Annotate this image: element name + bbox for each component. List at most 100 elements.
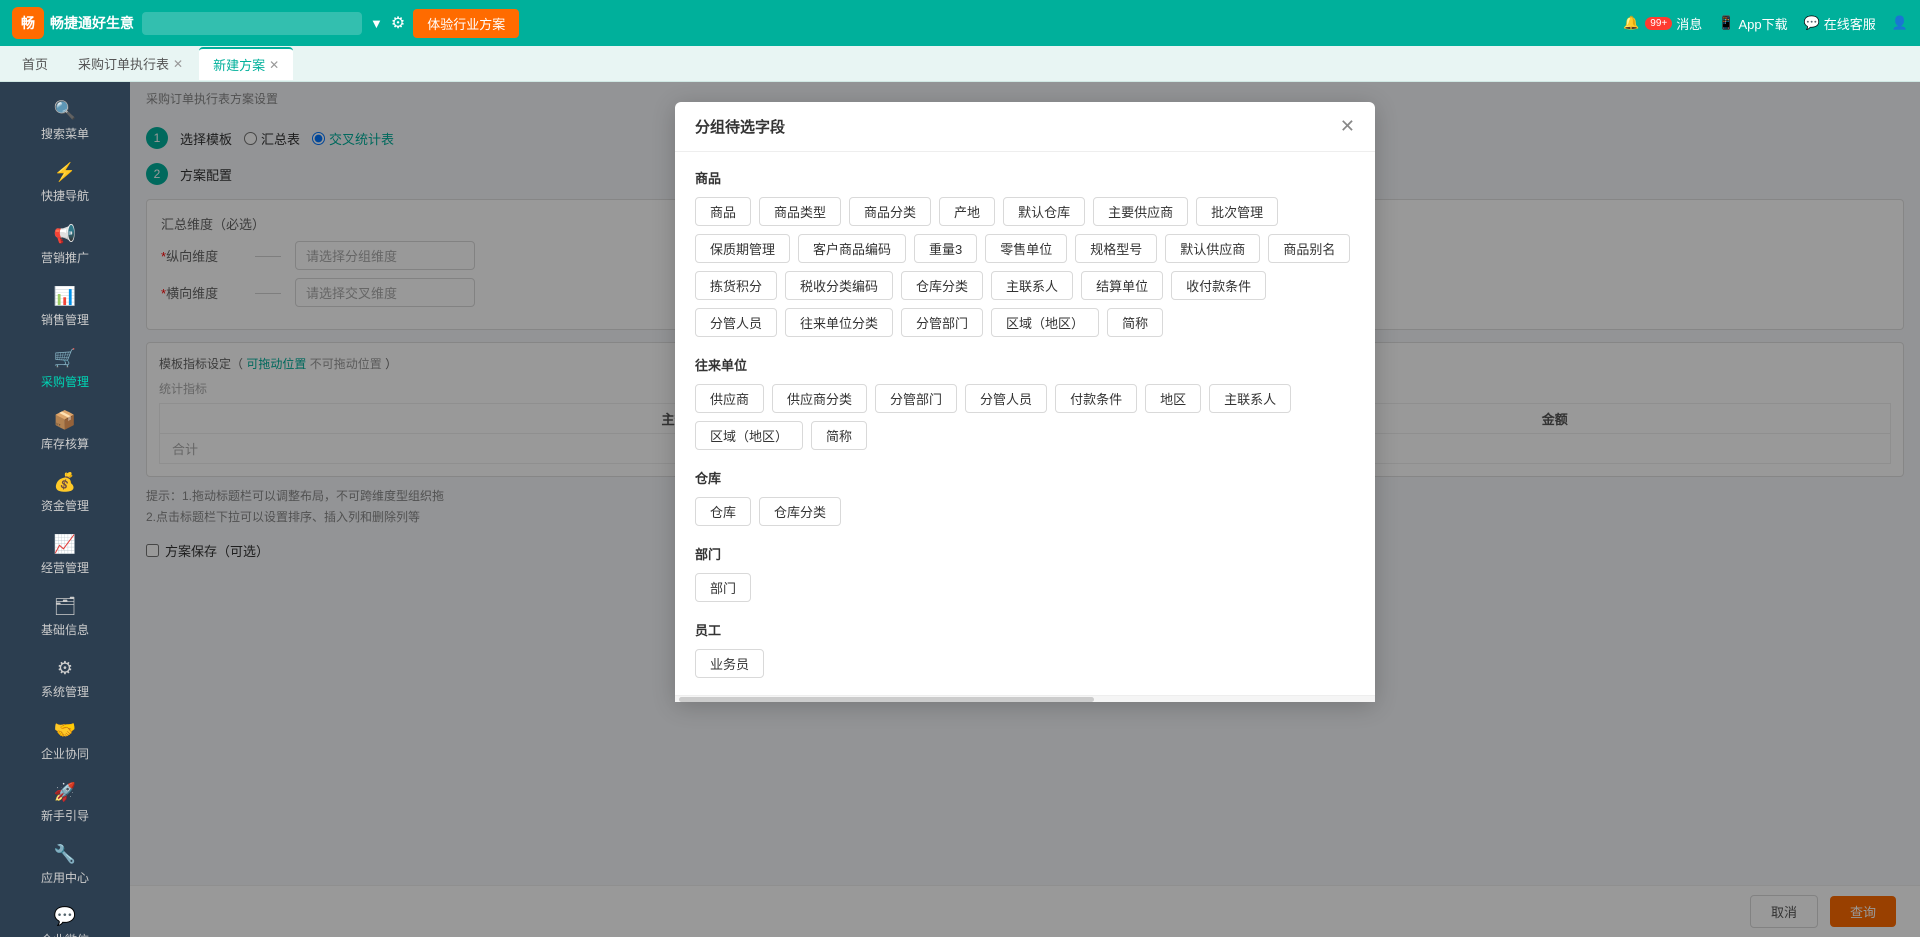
field-tag[interactable]: 分管人员 <box>965 384 1047 413</box>
tab-purchase-order[interactable]: 采购订单执行表 ✕ <box>64 48 197 79</box>
section-employee: 员工 业务员 <box>695 620 1355 678</box>
field-tag[interactable]: 仓库分类 <box>759 497 841 526</box>
tab-close-new-plan[interactable]: ✕ <box>269 58 279 72</box>
field-tag[interactable]: 主联系人 <box>1209 384 1291 413</box>
tab-home[interactable]: 首页 <box>8 48 62 79</box>
guide-icon: 🚀 <box>54 782 76 803</box>
enterprise-icon: 🤝 <box>54 720 76 741</box>
sidebar-item-sales[interactable]: 📊 销售管理 <box>0 276 130 338</box>
app-logo: 畅 <box>12 7 44 39</box>
field-tag[interactable]: 商品类型 <box>759 197 841 226</box>
field-tag[interactable]: 地区 <box>1145 384 1201 413</box>
quick-nav-icon: ⚡ <box>54 162 76 183</box>
sidebar-item-enterprise[interactable]: 🤝 企业协同 <box>0 710 130 772</box>
finance-icon: 💰 <box>54 472 76 493</box>
app-name: 畅捷通好生意 <box>50 13 134 33</box>
field-tag[interactable]: 部门 <box>695 573 751 602</box>
section-title-department: 部门 <box>695 544 1355 563</box>
sidebar-item-system[interactable]: ⚙ 系统管理 <box>0 648 130 710</box>
content-area: 采购订单执行表方案设置 1 选择模板 汇总表 交叉统计表 <box>130 82 1920 937</box>
field-tag[interactable]: 仓库 <box>695 497 751 526</box>
field-tag[interactable]: 零售单位 <box>985 234 1067 263</box>
field-tag[interactable]: 分管部门 <box>901 308 983 337</box>
field-tag[interactable]: 产地 <box>939 197 995 226</box>
field-tag[interactable]: 业务员 <box>695 649 764 678</box>
marketing-icon: 📢 <box>54 224 76 245</box>
operations-icon: 📈 <box>54 534 76 555</box>
field-tag[interactable]: 主联系人 <box>991 271 1073 300</box>
field-tag[interactable]: 商品分类 <box>849 197 931 226</box>
top-bar: 畅 畅捷通好生意 ▼ ⚙ 体验行业方案 🔔 99+ 消息 📱 App下载 💬 在… <box>0 0 1920 46</box>
sidebar-item-finance[interactable]: 💰 资金管理 <box>0 462 130 524</box>
field-tag[interactable]: 付款条件 <box>1055 384 1137 413</box>
field-tag[interactable]: 默认仓库 <box>1003 197 1085 226</box>
field-tag[interactable]: 供应商 <box>695 384 764 413</box>
user-avatar[interactable]: 👤 <box>1892 15 1908 31</box>
sidebar-item-operations[interactable]: 📈 经营管理 <box>0 524 130 586</box>
sidebar-item-marketing[interactable]: 📢 营销推广 <box>0 214 130 276</box>
modal-horizontal-scrollbar[interactable] <box>675 695 1375 702</box>
field-tag[interactable]: 供应商分类 <box>772 384 867 413</box>
experience-button[interactable]: 体验行业方案 <box>413 9 519 38</box>
field-tags-employee: 业务员 <box>695 649 1355 678</box>
modal-body: 商品 商品 商品类型 商品分类 产地 默认仓库 主要供应商 批次管理 保质期管理… <box>675 152 1375 695</box>
field-tag[interactable]: 区域（地区） <box>695 421 803 450</box>
wechat-icon: 💬 <box>54 906 76 927</box>
sidebar-item-app-center[interactable]: 🔧 应用中心 <box>0 834 130 896</box>
section-product: 商品 商品 商品类型 商品分类 产地 默认仓库 主要供应商 批次管理 保质期管理… <box>695 168 1355 337</box>
field-tag[interactable]: 重量3 <box>914 234 977 263</box>
dropdown-arrow-icon[interactable]: ▼ <box>370 16 383 31</box>
field-tag[interactable]: 批次管理 <box>1196 197 1278 226</box>
sidebar-item-basic-info[interactable]: 🗂 基础信息 <box>0 586 130 648</box>
field-tag[interactable]: 结算单位 <box>1081 271 1163 300</box>
app-download-link[interactable]: 📱 App下载 <box>1718 14 1787 33</box>
field-tags-department: 部门 <box>695 573 1355 602</box>
inventory-icon: 📦 <box>54 410 76 431</box>
main-layout: 🔍 搜索菜单 ⚡ 快捷导航 📢 营销推广 📊 销售管理 🛒 采购管理 📦 库存核… <box>0 82 1920 937</box>
field-tag[interactable]: 收付款条件 <box>1171 271 1266 300</box>
field-tag[interactable]: 商品 <box>695 197 751 226</box>
field-tags-partner: 供应商 供应商分类 分管部门 分管人员 付款条件 地区 主联系人 区域（地区） … <box>695 384 1355 450</box>
field-tag[interactable]: 简称 <box>811 421 867 450</box>
field-tag[interactable]: 主要供应商 <box>1093 197 1188 226</box>
notification-badge: 99+ <box>1645 17 1672 30</box>
tab-new-plan[interactable]: 新建方案 ✕ <box>199 47 293 80</box>
field-tag[interactable]: 税收分类编码 <box>785 271 893 300</box>
field-tag[interactable]: 简称 <box>1107 308 1163 337</box>
online-support-link[interactable]: 💬 在线客服 <box>1804 14 1876 33</box>
sidebar-item-inventory[interactable]: 📦 库存核算 <box>0 400 130 462</box>
app-center-icon: 🔧 <box>54 844 76 865</box>
field-tag[interactable]: 分管部门 <box>875 384 957 413</box>
sales-icon: 📊 <box>54 286 76 307</box>
modal-title: 分组待选字段 <box>695 116 785 137</box>
field-tag[interactable]: 商品别名 <box>1268 234 1350 263</box>
sidebar-item-search[interactable]: 🔍 搜索菜单 <box>0 90 130 152</box>
field-tag[interactable]: 拣货积分 <box>695 271 777 300</box>
field-tag[interactable]: 默认供应商 <box>1165 234 1260 263</box>
search-input[interactable] <box>142 12 362 35</box>
field-select-modal: 分组待选字段 ✕ 商品 商品 商品类型 商品分类 产地 默认仓库 主要供应商 <box>675 102 1375 702</box>
field-tag[interactable]: 规格型号 <box>1075 234 1157 263</box>
field-tag[interactable]: 往来单位分类 <box>785 308 893 337</box>
field-tag[interactable]: 区域（地区） <box>991 308 1099 337</box>
settings-icon[interactable]: ⚙ <box>391 13 405 33</box>
tab-close-purchase[interactable]: ✕ <box>173 57 183 71</box>
field-tag[interactable]: 客户商品编码 <box>798 234 906 263</box>
section-partner: 往来单位 供应商 供应商分类 分管部门 分管人员 付款条件 地区 主联系人 区域… <box>695 355 1355 450</box>
field-tag[interactable]: 仓库分类 <box>901 271 983 300</box>
basic-info-icon: 🗂 <box>54 596 77 617</box>
sidebar-item-quick-nav[interactable]: ⚡ 快捷导航 <box>0 152 130 214</box>
sidebar-item-guide[interactable]: 🚀 新手引导 <box>0 772 130 834</box>
sidebar-item-wechat[interactable]: 💬 企业微信 <box>0 896 130 937</box>
purchase-icon: 🛒 <box>54 348 76 369</box>
sidebar-item-purchase[interactable]: 🛒 采购管理 <box>0 338 130 400</box>
field-tag[interactable]: 保质期管理 <box>695 234 790 263</box>
modal-close-button[interactable]: ✕ <box>1340 116 1355 137</box>
field-tags-product: 商品 商品类型 商品分类 产地 默认仓库 主要供应商 批次管理 保质期管理 客户… <box>695 197 1355 337</box>
sidebar: 🔍 搜索菜单 ⚡ 快捷导航 📢 营销推广 📊 销售管理 🛒 采购管理 📦 库存核… <box>0 82 130 937</box>
system-icon: ⚙ <box>57 658 73 679</box>
section-warehouse: 仓库 仓库 仓库分类 <box>695 468 1355 526</box>
field-tag[interactable]: 分管人员 <box>695 308 777 337</box>
notification-icon[interactable]: 🔔 99+ 消息 <box>1623 14 1702 33</box>
modal-header: 分组待选字段 ✕ <box>675 102 1375 152</box>
